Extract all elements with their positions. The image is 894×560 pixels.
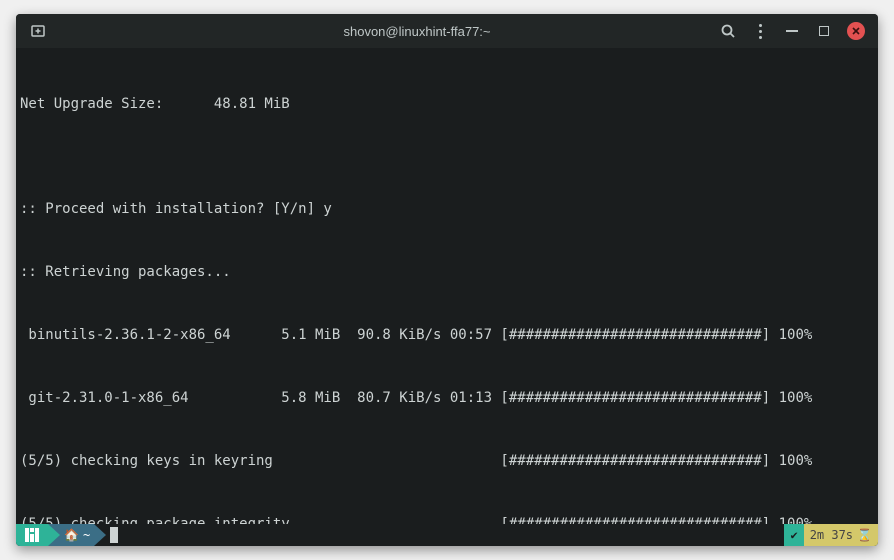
terminal-output[interactable]: Net Upgrade Size: 48.81 MiB :: Proceed w… (16, 48, 878, 524)
minimize-button[interactable] (778, 17, 806, 45)
maximize-icon (819, 26, 829, 36)
statusbar-path: ~ (83, 528, 90, 542)
statusbar-status-segment: ✔ (784, 524, 803, 546)
elapsed-time: 2m 37s (810, 528, 853, 542)
cursor (110, 527, 118, 543)
menu-dots-icon (759, 24, 762, 39)
prompt-cursor-area[interactable] (106, 524, 784, 546)
terminal-window: shovon@linuxhint-ffa77:~ (16, 14, 878, 546)
titlebar: shovon@linuxhint-ffa77:~ (16, 14, 878, 48)
output-line: Net Upgrade Size: 48.81 MiB (20, 94, 874, 115)
close-button[interactable] (842, 17, 870, 45)
output-line: (5/5) checking package integrity [######… (20, 514, 874, 524)
menu-button[interactable] (746, 17, 774, 45)
home-icon: 🏠 (64, 528, 79, 542)
new-tab-button[interactable] (24, 17, 52, 45)
check-icon: ✔ (790, 528, 797, 542)
output-line: :: Proceed with installation? [Y/n] y (20, 199, 874, 220)
separator-icon (94, 524, 106, 546)
manjaro-logo-icon (25, 528, 39, 542)
minimize-icon (786, 30, 798, 32)
statusbar-elapsed-segment: 2m 37s ⌛ (804, 524, 878, 546)
close-icon (847, 22, 865, 40)
window-title: shovon@linuxhint-ffa77:~ (144, 24, 690, 39)
separator-icon (48, 524, 60, 546)
search-button[interactable] (714, 17, 742, 45)
statusbar-distro-segment[interactable] (16, 524, 48, 546)
output-line: binutils-2.36.1-2-x86_64 5.1 MiB 90.8 Ki… (20, 325, 874, 346)
maximize-button[interactable] (810, 17, 838, 45)
output-line: git-2.31.0-1-x86_64 5.8 MiB 80.7 KiB/s 0… (20, 388, 874, 409)
output-line: (5/5) checking keys in keyring [########… (20, 451, 874, 472)
statusbar: 🏠 ~ ✔ 2m 37s ⌛ (16, 524, 878, 546)
hourglass-icon: ⌛ (857, 528, 872, 542)
output-line: :: Retrieving packages... (20, 262, 874, 283)
